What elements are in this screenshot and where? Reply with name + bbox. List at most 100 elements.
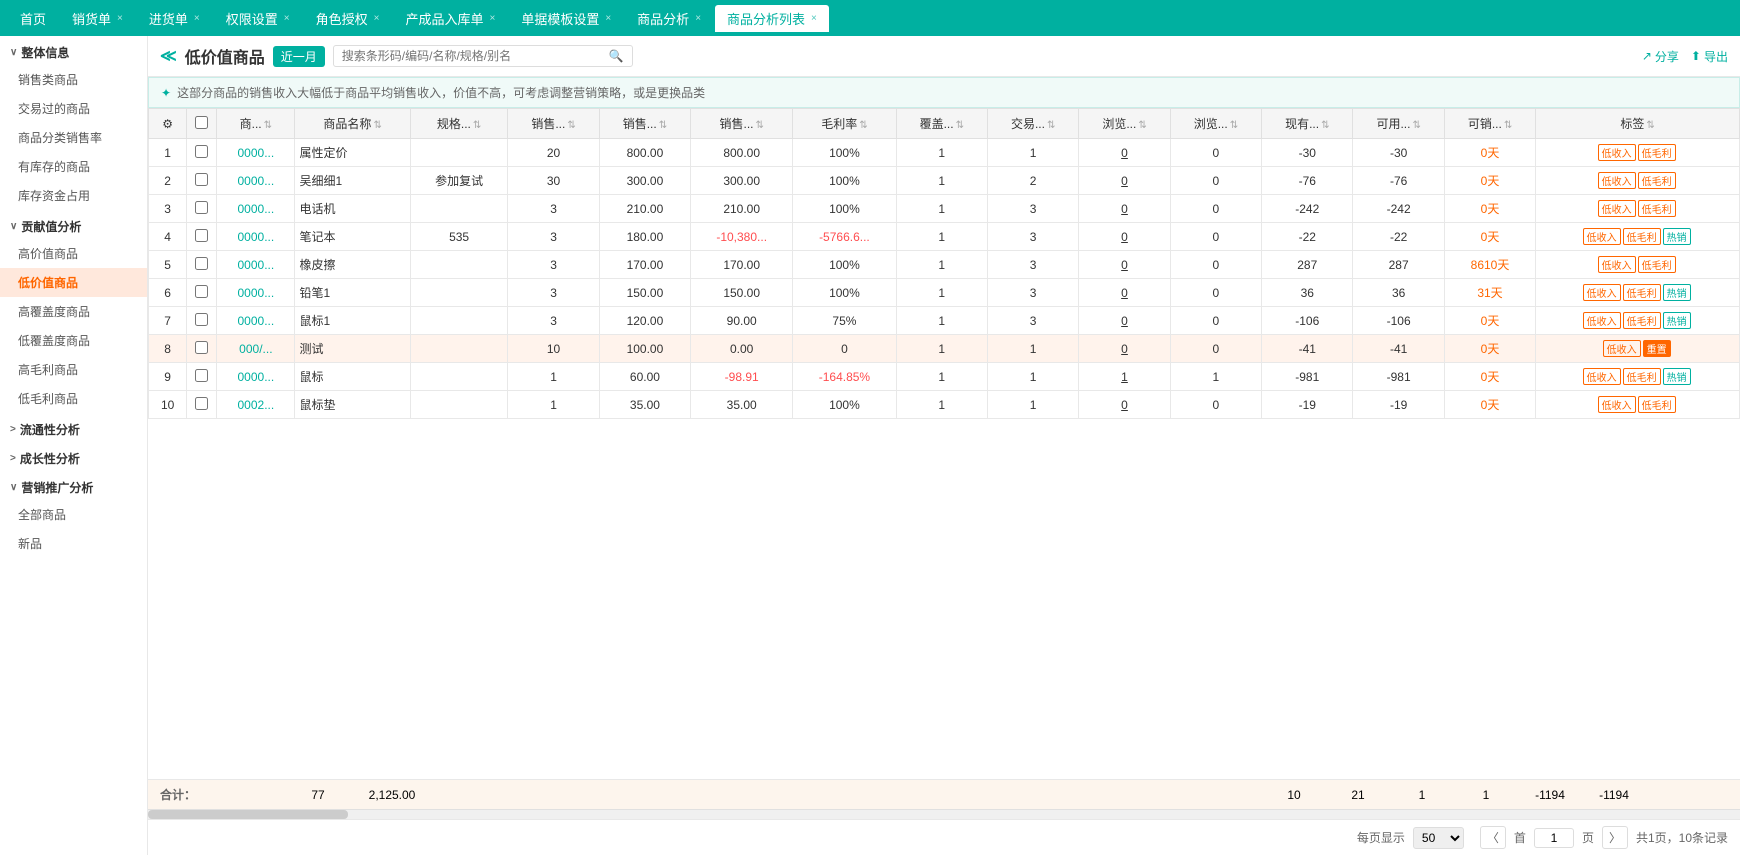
col-header-current_stock[interactable]: 现有...⇅ [1262,109,1353,139]
close-icon[interactable]: × [489,13,495,24]
sidebar-group-title[interactable]: ∨整体信息 [0,36,147,65]
row-view1[interactable]: 0 [1079,223,1170,251]
sidebar-item[interactable]: 低覆盖度商品 [0,326,147,355]
col-header-spec[interactable]: 规格...⇅ [410,109,508,139]
time-filter-btn[interactable]: 近一月 [273,46,325,67]
row-checkbox[interactable] [195,313,208,326]
sort-icon[interactable]: ⇅ [1047,120,1055,131]
nav-item[interactable]: 产成品入库单× [393,5,507,32]
sort-icon[interactable]: ⇅ [956,120,964,131]
close-icon[interactable]: × [194,13,200,24]
export-btn[interactable]: ⬆ 导出 [1691,48,1728,65]
col-header-trade[interactable]: 交易...⇅ [987,109,1078,139]
sidebar-item[interactable]: 高覆盖度商品 [0,297,147,326]
row-view1[interactable]: 0 [1079,167,1170,195]
next-page-btn[interactable]: 〉 [1602,826,1628,849]
sort-icon[interactable]: ⇅ [567,120,575,131]
nav-item[interactable]: 商品分析列表× [715,5,829,32]
sidebar-group-title[interactable]: ∨贡献值分析 [0,210,147,239]
settings-icon[interactable]: ⚙ [162,117,173,131]
close-icon[interactable]: × [117,13,123,24]
sort-icon[interactable]: ⇅ [1412,120,1420,131]
share-btn[interactable]: ↗ 分享 [1642,48,1679,65]
row-view1[interactable]: 1 [1079,363,1170,391]
sort-icon[interactable]: ⇅ [1230,120,1238,131]
col-header-sales_qty[interactable]: 销售...⇅ [508,109,599,139]
sidebar-item[interactable]: 销售类商品 [0,65,147,94]
sidebar-item[interactable]: 有库存的商品 [0,152,147,181]
row-checkbox[interactable] [195,285,208,298]
col-header-view2[interactable]: 浏览...⇅ [1170,109,1261,139]
sidebar-item[interactable]: 新品 [0,529,147,558]
sidebar-item[interactable]: 高价值商品 [0,239,147,268]
col-header-sales_profit[interactable]: 销售...⇅ [691,109,793,139]
col-header-name[interactable]: 商品名称⇅ [295,109,410,139]
nav-item[interactable]: 进货单× [137,5,212,32]
nav-item[interactable]: 首页 [8,5,58,32]
sort-icon[interactable]: ⇅ [859,120,867,131]
sidebar-item[interactable]: 低毛利商品 [0,384,147,413]
search-icon[interactable]: 🔍 [609,49,624,63]
col-header-checkbox[interactable] [187,109,217,139]
search-input[interactable] [342,49,605,63]
sidebar-group-title[interactable]: >流通性分析 [0,413,147,442]
col-header-id[interactable]: 商...⇅ [217,109,295,139]
nav-item[interactable]: 商品分析× [625,5,713,32]
page-input[interactable] [1534,828,1574,848]
sidebar-item[interactable]: 库存资金占用 [0,181,147,210]
row-checkbox[interactable] [195,201,208,214]
select-all-checkbox[interactable] [195,116,208,129]
row-view1[interactable]: 0 [1079,307,1170,335]
row-view1[interactable]: 0 [1079,335,1170,363]
row-view1[interactable]: 0 [1079,251,1170,279]
col-header-settings[interactable]: ⚙ [149,109,187,139]
nav-item[interactable]: 销货单× [60,5,135,32]
prev-page-btn[interactable]: 〈 [1480,826,1506,849]
sort-icon[interactable]: ⇅ [473,120,481,131]
sort-icon[interactable]: ⇅ [659,120,667,131]
row-checkbox[interactable] [195,257,208,270]
sort-icon[interactable]: ⇅ [1321,120,1329,131]
sidebar-group-title[interactable]: ∨营销推广分析 [0,471,147,500]
sidebar-item[interactable]: 高毛利商品 [0,355,147,384]
per-page-select[interactable]: 50 100 200 [1413,827,1464,849]
sort-icon[interactable]: ⇅ [1504,120,1512,131]
row-checkbox[interactable] [195,341,208,354]
sidebar-item[interactable]: 低价值商品 [0,268,147,297]
col-header-available[interactable]: 可用...⇅ [1353,109,1444,139]
col-header-coverage[interactable]: 覆盖...⇅ [896,109,987,139]
col-header-tags[interactable]: 标签⇅ [1536,109,1740,139]
sidebar-item[interactable]: 全部商品 [0,500,147,529]
row-view1[interactable]: 0 [1079,195,1170,223]
sort-icon[interactable]: ⇅ [373,120,381,131]
nav-item[interactable]: 权限设置× [214,5,302,32]
row-view1[interactable]: 0 [1079,279,1170,307]
col-header-sales_amount[interactable]: 销售...⇅ [599,109,690,139]
sort-icon[interactable]: ⇅ [264,120,272,131]
nav-item[interactable]: 角色授权× [304,5,392,32]
col-header-view1[interactable]: 浏览...⇅ [1079,109,1170,139]
sidebar-group-title[interactable]: >成长性分析 [0,442,147,471]
close-icon[interactable]: × [605,13,611,24]
scroll-bar[interactable] [148,809,1740,819]
row-checkbox[interactable] [195,173,208,186]
row-checkbox[interactable] [195,145,208,158]
sidebar-item[interactable]: 交易过的商品 [0,94,147,123]
col-header-sellable[interactable]: 可销...⇅ [1444,109,1535,139]
row-checkbox[interactable] [195,397,208,410]
row-checkbox[interactable] [195,369,208,382]
row-view1[interactable]: 0 [1079,139,1170,167]
close-icon[interactable]: × [811,13,817,24]
row-view1[interactable]: 0 [1079,391,1170,419]
col-header-gross_margin[interactable]: 毛利率⇅ [793,109,896,139]
row-checkbox[interactable] [195,229,208,242]
collapse-btn[interactable]: ≪ [160,46,177,66]
sort-icon[interactable]: ⇅ [1138,120,1146,131]
close-icon[interactable]: × [695,13,701,24]
nav-item[interactable]: 单据模板设置× [509,5,623,32]
sort-icon[interactable]: ⇅ [1646,120,1654,131]
sort-icon[interactable]: ⇅ [756,120,764,131]
sidebar-item[interactable]: 商品分类销售率 [0,123,147,152]
close-icon[interactable]: × [374,13,380,24]
close-icon[interactable]: × [284,13,290,24]
